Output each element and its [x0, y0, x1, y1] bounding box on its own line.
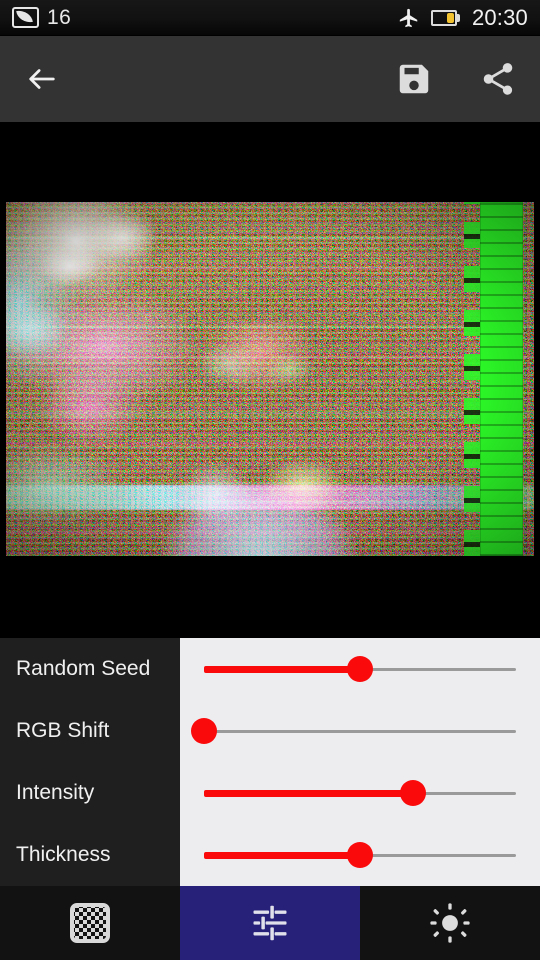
controls-panel: Random Seed RGB Shift Intensity Thicknes… [0, 638, 540, 886]
eco-leaf-icon [12, 7, 39, 28]
tab-adjust[interactable] [180, 886, 360, 960]
share-icon [483, 63, 513, 95]
control-label-thickness: Thickness [0, 824, 180, 886]
slider-track[interactable] [204, 656, 516, 682]
glitched-photo-preview[interactable] [6, 202, 534, 556]
control-label-random-seed: Random Seed [0, 638, 180, 700]
control-label-intensity: Intensity [0, 762, 180, 824]
tune-sliders-icon [253, 905, 287, 941]
control-label-rgb-shift: RGB Shift [0, 700, 180, 762]
status-bar-right: 20:30 [398, 5, 528, 31]
slider-intensity[interactable] [180, 762, 540, 824]
checkerboard-icon [70, 903, 110, 943]
status-bar: 16 20:30 [0, 0, 540, 36]
status-bar-left: 16 [12, 6, 71, 30]
slider-fill [204, 851, 360, 859]
app-root: 16 20:30 Random Seed RGB Shift Intensity… [0, 0, 540, 960]
control-labels-column: Random Seed RGB Shift Intensity Thicknes… [0, 638, 180, 886]
status-clock: 20:30 [471, 4, 528, 30]
slider-thumb[interactable] [400, 780, 427, 806]
back-button[interactable] [0, 36, 84, 122]
control-label-text: Intensity [16, 781, 95, 804]
control-sliders-column [180, 638, 540, 886]
share-button[interactable] [456, 36, 540, 122]
sun-brightness-icon [430, 903, 470, 943]
slider-thumb[interactable] [191, 718, 217, 744]
slider-fill [204, 665, 360, 673]
save-button[interactable] [372, 36, 456, 122]
tab-brightness[interactable] [360, 886, 540, 960]
slider-rgb-shift[interactable] [180, 700, 540, 762]
slider-thumb[interactable] [347, 656, 373, 682]
slider-thickness[interactable] [180, 824, 540, 886]
preview-area [0, 122, 540, 638]
action-bar [0, 36, 540, 122]
bottom-tab-bar [0, 886, 540, 960]
control-label-text: RGB Shift [16, 719, 110, 742]
save-floppy-icon [399, 64, 429, 94]
slider-thumb[interactable] [347, 842, 373, 868]
slider-random-seed[interactable] [180, 638, 540, 700]
battery-icon [430, 9, 461, 26]
tab-pattern[interactable] [0, 886, 180, 960]
slider-track[interactable] [204, 780, 516, 806]
slider-fill [204, 789, 414, 797]
slider-track[interactable] [204, 842, 516, 868]
control-label-text: Thickness [16, 843, 111, 866]
airplane-mode-icon [398, 7, 420, 29]
slider-track[interactable] [191, 718, 516, 744]
control-label-text: Random Seed [16, 657, 151, 680]
glitch-vignette [6, 202, 534, 556]
back-arrow-icon [29, 69, 55, 89]
eco-value: 16 [47, 5, 72, 29]
